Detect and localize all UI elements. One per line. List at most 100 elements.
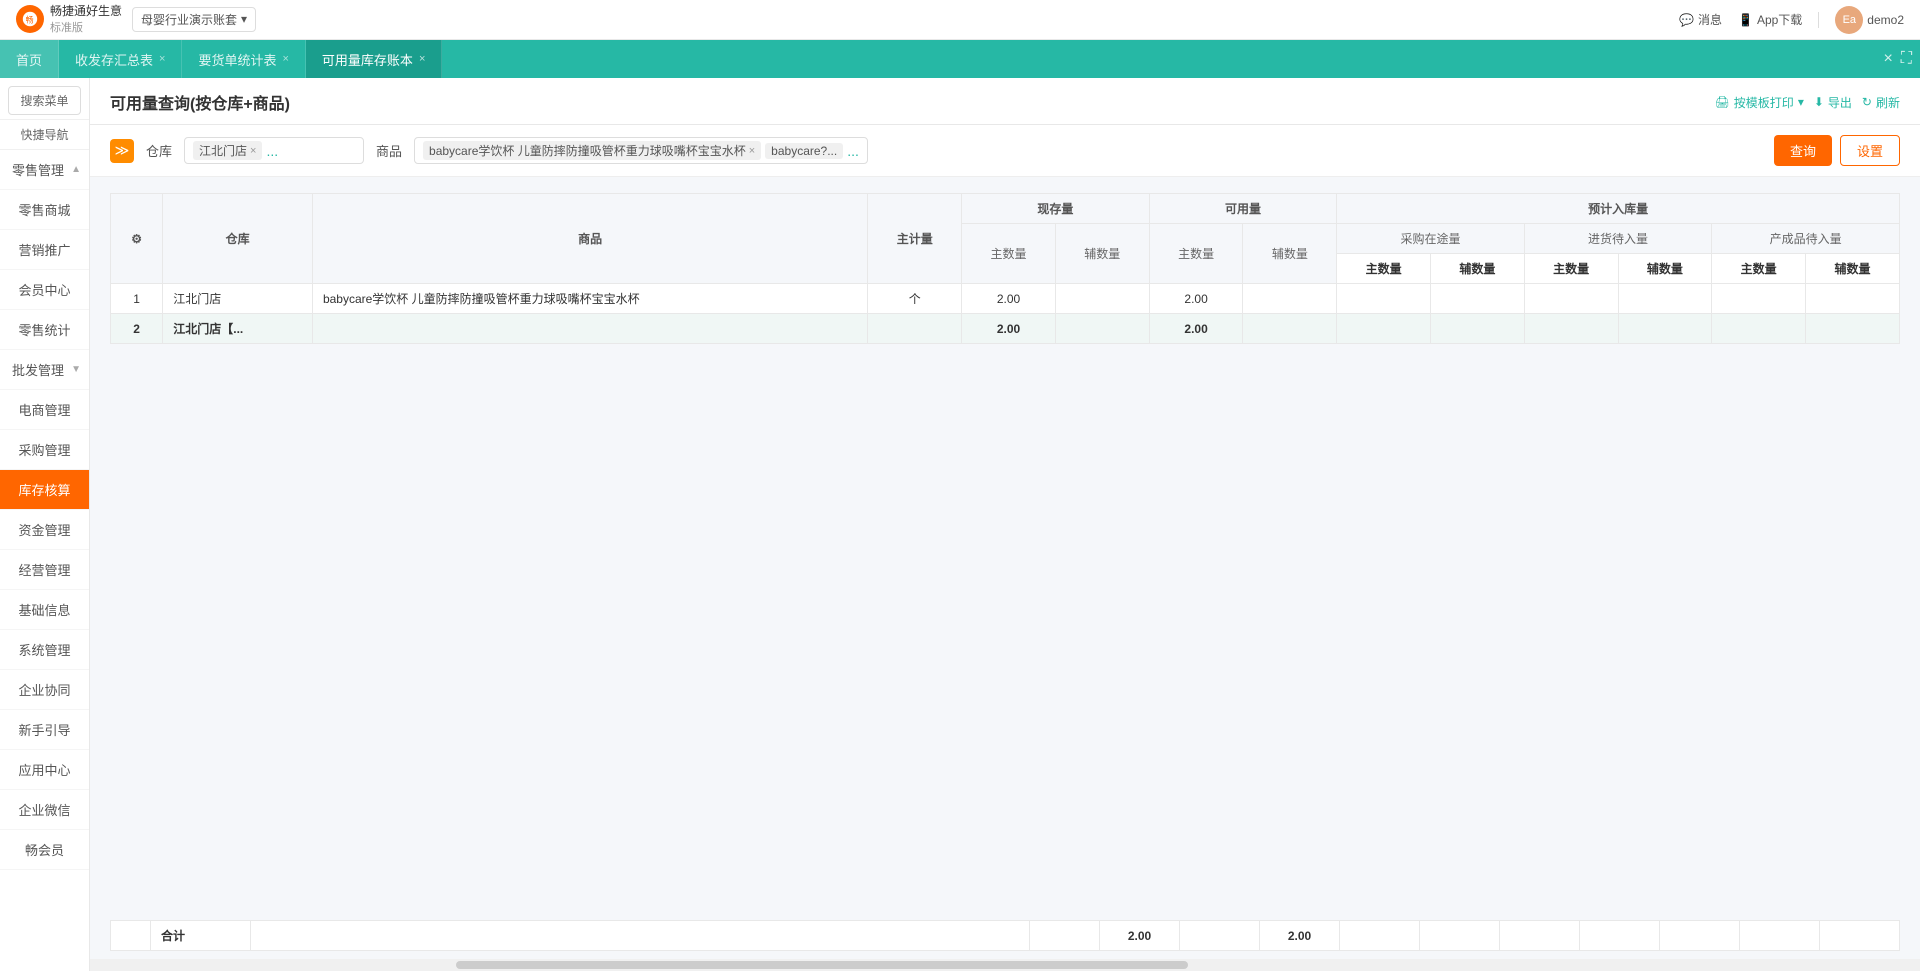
setting-btn[interactable]: 设置	[1840, 135, 1900, 166]
print-btn[interactable]: 🖨 按模板打印 ▾	[1715, 94, 1804, 111]
filter-toggle-btn[interactable]: ≫	[110, 139, 134, 163]
product-filter-input[interactable]: babycare学饮杯 儿童防摔防撞吸管杯重力球吸嘴杯宝宝水杯 × babyca…	[414, 137, 868, 164]
footer-table: 合计 2.00 2.00	[110, 920, 1900, 951]
svg-text:畅: 畅	[26, 15, 34, 25]
total-fin-aux	[1820, 921, 1900, 951]
nav-tabs-actions: × ⛶	[1883, 50, 1920, 68]
sidebar-item-operations[interactable]: 经营管理	[0, 550, 89, 590]
sidebar-item-retail-management-label: 零售管理	[12, 160, 64, 179]
sidebar-item-enterprise[interactable]: 企业协同	[0, 670, 89, 710]
warehouse-tag: 江北门店 ×	[193, 141, 262, 160]
export-label: 导出	[1828, 94, 1852, 111]
warehouse-more-btn[interactable]: ...	[266, 143, 278, 159]
tab-order-stats[interactable]: 要货单统计表 ×	[182, 40, 305, 78]
warehouse-col-header: 仓库	[163, 194, 313, 284]
tab-available-stock[interactable]: 可用量库存账本 ×	[306, 40, 442, 78]
sidebar-item-system[interactable]: 系统管理	[0, 630, 89, 670]
sidebar-item-app-center-label: 应用中心	[18, 763, 70, 778]
tab-available-stock-close[interactable]: ×	[419, 53, 425, 65]
sidebar-item-inventory[interactable]: 库存核算	[0, 470, 89, 510]
row1-in-aux	[1618, 284, 1712, 314]
total-avail-aux	[1340, 921, 1420, 951]
avail-main-header: 主数量	[1149, 224, 1243, 284]
tab-order-stats-close[interactable]: ×	[282, 53, 288, 65]
sidebar-item-retail-mall[interactable]: 零售商城	[0, 190, 89, 230]
tab-order-stats-label: 要货单统计表	[198, 50, 276, 69]
sidebar-item-operations-label: 经营管理	[18, 563, 70, 578]
pt-main-header: 主数量	[1337, 254, 1431, 284]
top-bar-left: 畅 畅捷通好生意 标准版 母婴行业演示账套 ▾	[16, 4, 256, 34]
sidebar-item-app-center[interactable]: 应用中心	[0, 750, 89, 790]
total-stock-aux	[1180, 921, 1260, 951]
sidebar-item-wechat-label: 企业微信	[18, 803, 70, 818]
logo-icon: 畅	[16, 5, 44, 33]
sidebar: 搜索菜单 快捷导航 零售管理 ▲ 零售商城 营销推广 会员中心 零售统计 批发管…	[0, 78, 90, 971]
export-btn[interactable]: ⬇ 导出	[1814, 94, 1852, 111]
top-bar-right: 💬 消息 📱 App下载 Ea demo2	[1679, 6, 1904, 34]
row2-pt-aux	[1430, 314, 1524, 344]
industry-selector[interactable]: 母婴行业演示账套 ▾	[132, 7, 256, 32]
total-unit-empty	[1030, 921, 1100, 951]
row1-stock-aux	[1055, 284, 1149, 314]
refresh-label: 刷新	[1876, 94, 1900, 111]
warehouse-tag-remove[interactable]: ×	[250, 145, 256, 157]
refresh-btn[interactable]: ↻ 刷新	[1862, 94, 1900, 111]
message-label: 消息	[1698, 11, 1722, 28]
sidebar-item-retail-management[interactable]: 零售管理 ▲	[0, 150, 89, 190]
sidebar-quick-nav[interactable]: 快捷导航	[0, 120, 89, 150]
close-all-tabs-btn[interactable]: ×	[1883, 50, 1892, 68]
row2-product	[312, 314, 867, 344]
logo-text: 畅捷通好生意	[50, 4, 122, 18]
sidebar-item-marketing[interactable]: 营销推广	[0, 230, 89, 270]
sidebar-item-member[interactable]: 畅会员	[0, 830, 89, 870]
query-btn[interactable]: 查询	[1774, 135, 1832, 166]
tab-stock-summary-close[interactable]: ×	[159, 53, 165, 65]
chevron-down-icon: ▾	[241, 12, 247, 26]
product-tag1-remove[interactable]: ×	[749, 145, 755, 157]
sidebar-item-guide[interactable]: 新手引导	[0, 710, 89, 750]
fin-main-header: 主数量	[1712, 254, 1806, 284]
tab-stock-summary[interactable]: 收发存汇总表 ×	[59, 40, 182, 78]
row2-fin-main	[1712, 314, 1806, 344]
top-bar: 畅 畅捷通好生意 标准版 母婴行业演示账套 ▾ 💬 消息 📱 App下载 Ea …	[0, 0, 1920, 40]
warehouse-filter-input[interactable]: 江北门店 × ...	[184, 137, 364, 164]
app-download-btn[interactable]: 📱 App下载	[1738, 11, 1802, 28]
user-profile[interactable]: Ea demo2	[1835, 6, 1904, 34]
stock-col-header: 现存量	[962, 194, 1150, 224]
row2-in-aux	[1618, 314, 1712, 344]
sidebar-item-ecommerce[interactable]: 电商管理	[0, 390, 89, 430]
row1-in-main	[1524, 284, 1618, 314]
sidebar-item-purchase[interactable]: 采购管理	[0, 430, 89, 470]
row1-no: 1	[111, 284, 163, 314]
page-title-row: 可用量查询(按仓库+商品) 🖨 按模板打印 ▾ ⬇ 导出 ↻ 刷新	[110, 90, 1900, 124]
row1-fin-aux	[1806, 284, 1900, 314]
sidebar-item-wholesale-label: 批发管理	[12, 360, 64, 379]
row1-fin-main	[1712, 284, 1806, 314]
row2-stock-main: 2.00	[962, 314, 1056, 344]
main-layout: 搜索菜单 快捷导航 零售管理 ▲ 零售商城 营销推广 会员中心 零售统计 批发管…	[0, 78, 1920, 971]
product-more-btn[interactable]: ...	[847, 143, 859, 159]
sidebar-item-finance[interactable]: 资金管理	[0, 510, 89, 550]
sidebar-item-member-label: 畅会员	[25, 843, 64, 858]
fullscreen-btn[interactable]: ⛶	[1901, 50, 1912, 68]
row2-avail-main: 2.00	[1149, 314, 1243, 344]
bottom-scrollbar[interactable]	[90, 959, 1920, 971]
sidebar-search-btn[interactable]: 搜索菜单	[8, 86, 81, 115]
refresh-icon: ↻	[1862, 95, 1872, 109]
row1-product: babycare学饮杯 儿童防摔防撞吸管杯重力球吸嘴杯宝宝水杯	[312, 284, 867, 314]
total-stock-main: 2.00	[1100, 921, 1180, 951]
chevron-icon-2: ▼	[71, 364, 81, 375]
tab-home-label: 首页	[16, 50, 42, 69]
tab-home[interactable]: 首页	[0, 40, 59, 78]
sidebar-item-wechat[interactable]: 企业微信	[0, 790, 89, 830]
sidebar-item-member-center[interactable]: 会员中心	[0, 270, 89, 310]
user-name: demo2	[1867, 13, 1904, 27]
row2-fin-aux	[1806, 314, 1900, 344]
message-btn[interactable]: 💬 消息	[1679, 11, 1722, 28]
sidebar-item-retail-stats[interactable]: 零售统计	[0, 310, 89, 350]
sidebar-item-purchase-label: 采购管理	[18, 443, 70, 458]
sidebar-item-wholesale[interactable]: 批发管理 ▼	[0, 350, 89, 390]
filter-row: ≫ 仓库 江北门店 × ... 商品 babycare学饮杯 儿童防摔防撞吸管杯…	[90, 125, 1920, 177]
row1-pt-main	[1337, 284, 1431, 314]
sidebar-item-basic-info[interactable]: 基础信息	[0, 590, 89, 630]
